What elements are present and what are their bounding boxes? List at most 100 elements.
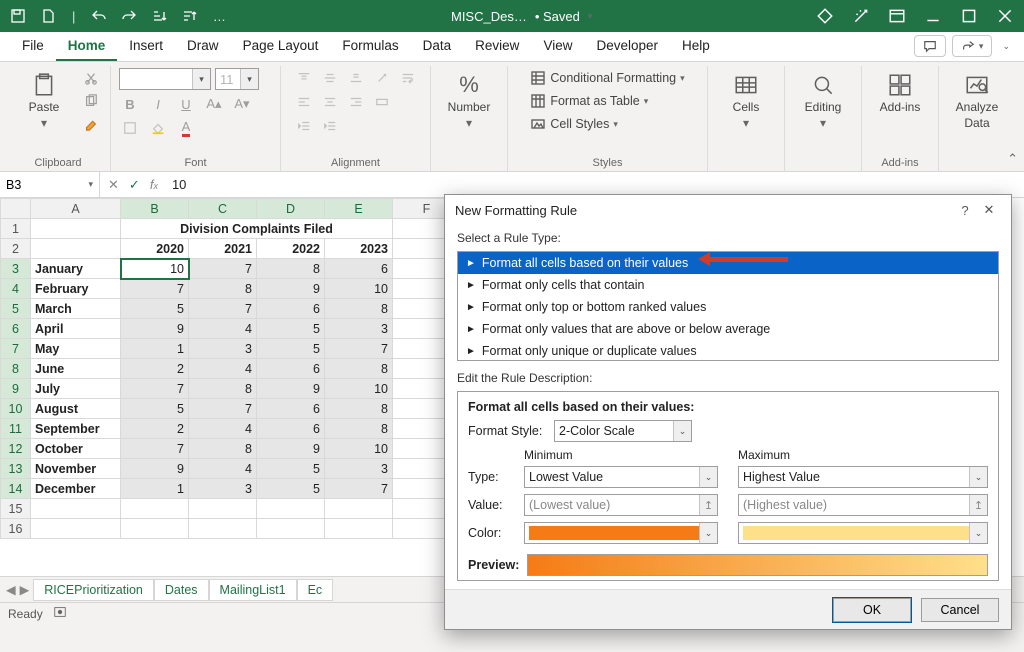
increase-font-icon[interactable]: A▴	[203, 94, 225, 114]
month-cell[interactable]: July	[31, 379, 121, 399]
border-icon[interactable]	[119, 118, 141, 138]
sheet-tab[interactable]: MailingList1	[209, 579, 297, 601]
ribbon-mode-icon[interactable]	[888, 7, 906, 25]
chevron-down-icon[interactable]: ▾	[588, 11, 593, 22]
data-cell[interactable]: 2	[121, 419, 189, 439]
data-cell[interactable]: 5	[257, 339, 325, 359]
col-header[interactable]: A	[31, 199, 121, 219]
format-painter-icon[interactable]	[80, 114, 102, 134]
tab-home[interactable]: Home	[56, 32, 118, 61]
data-cell[interactable]: 8	[325, 299, 393, 319]
data-cell[interactable]: 4	[189, 319, 257, 339]
close-icon[interactable]	[996, 7, 1014, 25]
tab-data[interactable]: Data	[411, 32, 464, 61]
min-value-input[interactable]: (Lowest value)↥	[524, 494, 718, 516]
data-cell[interactable]: 8	[325, 419, 393, 439]
number-format-button[interactable]: % Number▾	[439, 68, 499, 134]
tab-insert[interactable]: Insert	[117, 32, 175, 61]
data-cell[interactable]: 5	[257, 479, 325, 499]
underline-button[interactable]: U	[175, 94, 197, 114]
data-cell[interactable]: 5	[121, 299, 189, 319]
max-value-input[interactable]: (Highest value)↥	[738, 494, 988, 516]
tab-view[interactable]: View	[531, 32, 584, 61]
month-cell[interactable]: August	[31, 399, 121, 419]
max-color-select[interactable]: ⌄	[738, 522, 988, 544]
data-cell[interactable]: 9	[121, 319, 189, 339]
tab-formulas[interactable]: Formulas	[330, 32, 410, 61]
rule-type-item[interactable]: ►Format only values that are above or be…	[458, 318, 998, 340]
rule-type-item[interactable]: ►Format only unique or duplicate values	[458, 340, 998, 361]
cancel-entry-icon[interactable]: ✕	[108, 177, 119, 193]
align-left-icon[interactable]	[293, 92, 315, 112]
indent-inc-icon[interactable]	[319, 116, 341, 136]
data-cell[interactable]: 7	[325, 479, 393, 499]
month-cell[interactable]: May	[31, 339, 121, 359]
data-cell[interactable]: 9	[121, 459, 189, 479]
ribbon-collapse-icon[interactable]: ⌃	[1007, 151, 1018, 167]
data-cell[interactable]: 5	[257, 319, 325, 339]
maximize-icon[interactable]	[960, 7, 978, 25]
align-center-icon[interactable]	[319, 92, 341, 112]
data-cell[interactable]: 3	[189, 479, 257, 499]
data-cell[interactable]: 8	[257, 259, 325, 279]
max-type-select[interactable]: Highest Value⌄	[738, 466, 988, 488]
data-cell[interactable]: 9	[257, 439, 325, 459]
month-cell[interactable]: February	[31, 279, 121, 299]
tab-file[interactable]: File	[10, 32, 56, 61]
fill-color-icon[interactable]	[147, 118, 169, 138]
rule-type-item[interactable]: ►Format only top or bottom ranked values	[458, 296, 998, 318]
data-cell[interactable]: 10	[325, 439, 393, 459]
data-cell[interactable]: 3	[325, 459, 393, 479]
share-button[interactable]: ▾	[952, 35, 993, 57]
month-cell[interactable]: December	[31, 479, 121, 499]
format-as-table-button[interactable]: Format as Table▾	[528, 91, 650, 111]
year-header[interactable]: 2020	[121, 239, 189, 259]
cell-styles-button[interactable]: Cell Styles▾	[528, 114, 620, 134]
undo-icon[interactable]	[89, 6, 109, 26]
data-cell[interactable]: 8	[189, 439, 257, 459]
month-cell[interactable]: November	[31, 459, 121, 479]
data-cell[interactable]: 7	[189, 399, 257, 419]
data-cell[interactable]: 4	[189, 459, 257, 479]
cells-button[interactable]: Cells▾	[716, 68, 776, 134]
sort-desc-icon[interactable]	[179, 6, 199, 26]
data-cell[interactable]: 7	[121, 439, 189, 459]
year-header[interactable]: 2023	[325, 239, 393, 259]
data-cell[interactable]: 7	[189, 259, 257, 279]
formula-input[interactable]: 10	[166, 177, 1024, 192]
align-mid-icon[interactable]	[319, 68, 341, 88]
sheet-tab[interactable]: RICEPrioritization	[33, 579, 154, 601]
ok-button[interactable]: OK	[833, 598, 911, 622]
align-bot-icon[interactable]	[345, 68, 367, 88]
col-header[interactable]: C	[189, 199, 257, 219]
month-cell[interactable]: March	[31, 299, 121, 319]
data-cell[interactable]: 8	[325, 399, 393, 419]
rule-type-item[interactable]: ►Format only cells that contain	[458, 274, 998, 296]
font-family-select[interactable]: ▾	[119, 68, 211, 90]
rule-type-item[interactable]: ►Format all cells based on their values	[458, 252, 998, 274]
min-color-select[interactable]: ⌄	[524, 522, 718, 544]
month-cell[interactable]: September	[31, 419, 121, 439]
sheet-nav-next-icon[interactable]: ▶	[20, 582, 30, 597]
tab-developer[interactable]: Developer	[584, 32, 670, 61]
data-cell[interactable]: 5	[121, 399, 189, 419]
data-cell[interactable]: 6	[257, 359, 325, 379]
format-style-select[interactable]: 2-Color Scale⌄	[554, 420, 692, 442]
data-cell[interactable]: 6	[257, 419, 325, 439]
data-cell[interactable]: 8	[189, 379, 257, 399]
data-cell[interactable]: 8	[189, 279, 257, 299]
data-cell[interactable]: 10	[325, 379, 393, 399]
addins-button[interactable]: Add-ins	[870, 68, 930, 118]
name-box[interactable]: ▾	[0, 172, 100, 197]
dialog-close-icon[interactable]: ✕	[977, 202, 1001, 218]
data-cell[interactable]: 1	[121, 479, 189, 499]
redo-icon[interactable]	[119, 6, 139, 26]
data-cell[interactable]: 4	[189, 359, 257, 379]
sheet-tab[interactable]: Ec	[297, 579, 334, 601]
min-type-select[interactable]: Lowest Value⌄	[524, 466, 718, 488]
data-cell[interactable]: 10	[121, 259, 189, 279]
fx-icon[interactable]: fx	[150, 177, 158, 192]
col-header[interactable]: E	[325, 199, 393, 219]
data-cell[interactable]: 6	[257, 299, 325, 319]
indent-dec-icon[interactable]	[293, 116, 315, 136]
